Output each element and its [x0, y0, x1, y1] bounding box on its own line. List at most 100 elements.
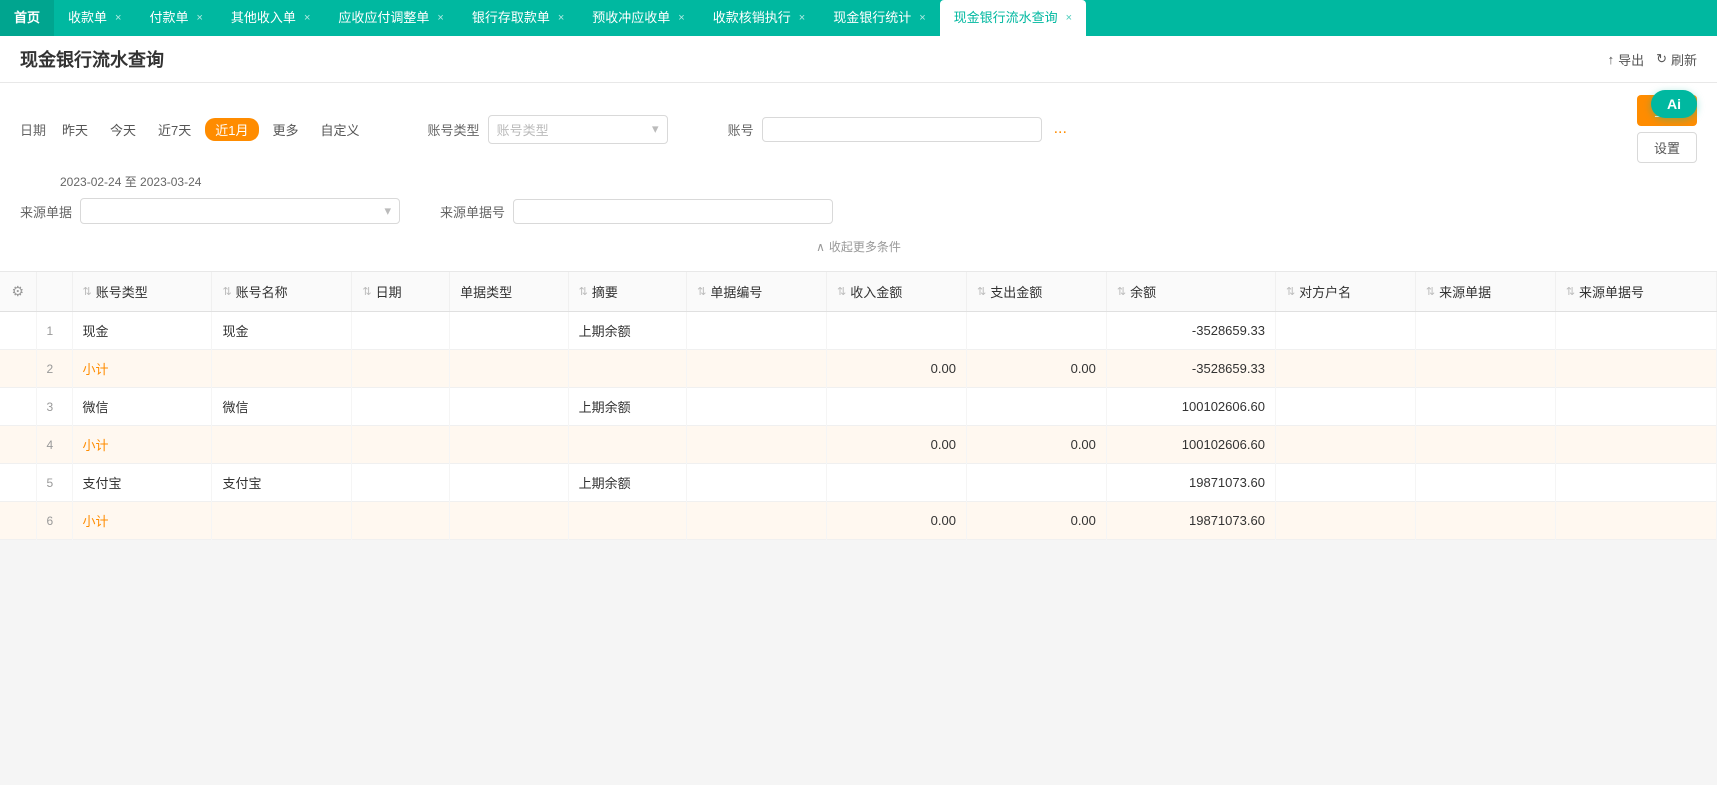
nav-close-other-income[interactable]: × [304, 0, 310, 36]
row-date [352, 426, 450, 464]
date-opt-7days[interactable]: 近7天 [150, 118, 199, 141]
nav-close-cash-bank-stat[interactable]: × [919, 0, 925, 36]
chevron-down-icon: ▾ [652, 121, 659, 137]
row-account-type: 小计 [72, 350, 212, 388]
settings-button[interactable]: 设置 [1637, 132, 1697, 163]
row-balance: -3528659.33 [1106, 312, 1275, 350]
row-doc-no [687, 464, 827, 502]
sort-icon-summary: ⇅ [579, 285, 588, 298]
nav-item-home[interactable]: 首页 [0, 0, 54, 36]
th-date[interactable]: ⇅ 日期 [352, 272, 450, 312]
table-row: 5 支付宝 支付宝 上期余额 19871073.60 [0, 464, 1717, 502]
account-input[interactable] [762, 117, 1042, 142]
row-gear [0, 388, 36, 426]
th-balance[interactable]: ⇅ 余额 [1106, 272, 1275, 312]
sort-icon-account-name: ⇅ [222, 285, 231, 298]
source-doc-label: 来源单据 [20, 202, 72, 221]
row-account-type: 小计 [72, 426, 212, 464]
row-account-name: 现金 [212, 312, 352, 350]
nav-close-cash-bank-flow[interactable]: × [1066, 0, 1072, 36]
ai-badge[interactable]: Ai [1651, 90, 1697, 118]
row-counterpart [1275, 426, 1415, 464]
row-date [352, 464, 450, 502]
nav-item-other-income[interactable]: 其他收入单 × [217, 0, 324, 36]
sort-icon-account-type: ⇅ [83, 285, 92, 298]
export-button[interactable]: ↑ 导出 [1608, 50, 1645, 69]
row-expense [966, 464, 1106, 502]
refresh-button[interactable]: ↻ 刷新 [1656, 50, 1697, 69]
row-doc-type [450, 502, 568, 540]
page-header: 现金银行流水查询 ↑ 导出 ↻ 刷新 [0, 36, 1717, 83]
sort-icon-date: ⇅ [362, 285, 371, 298]
account-filter-group: 账号 ... [728, 117, 1071, 142]
collapse-up-icon: ∧ [816, 240, 825, 254]
nav-close-receipt[interactable]: × [115, 0, 121, 36]
collapse-bar[interactable]: ∧ 收起更多条件 [20, 234, 1697, 259]
row-source-doc [1415, 464, 1555, 502]
row-expense [966, 312, 1106, 350]
export-icon: ↑ [1608, 52, 1615, 67]
account-type-select[interactable]: 账号类型 ▾ [488, 115, 668, 144]
row-source-doc [1415, 502, 1555, 540]
source-doc-no-input[interactable] [513, 199, 833, 224]
nav-item-cash-bank-stat[interactable]: 现金银行统计 × [819, 0, 939, 36]
row-gear [0, 312, 36, 350]
sort-icon-income: ⇅ [837, 285, 846, 298]
nav-close-payment[interactable]: × [196, 0, 202, 36]
source-doc-no-label: 来源单据号 [440, 202, 505, 221]
nav-label-ap-adjust: 应收应付调整单 [338, 0, 429, 36]
nav-item-receipt[interactable]: 收款单 × [54, 0, 135, 36]
date-opt-yesterday[interactable]: 昨天 [54, 118, 96, 141]
row-expense: 0.00 [966, 502, 1106, 540]
nav-close-advance-offset[interactable]: × [678, 0, 684, 36]
nav-item-cash-bank-flow[interactable]: 现金银行流水查询 × [940, 0, 1086, 36]
table-row: 4 小计 0.00 0.00 100102606.60 [0, 426, 1717, 464]
date-options: 昨天 今天 近7天 近1月 更多 自定义 [54, 118, 368, 141]
row-account-name: 微信 [212, 388, 352, 426]
date-opt-custom[interactable]: 自定义 [313, 118, 368, 141]
nav-item-collection-exec[interactable]: 收款核销执行 × [699, 0, 819, 36]
th-counterpart[interactable]: ⇅ 对方户名 [1275, 272, 1415, 312]
collapse-label: 收起更多条件 [829, 238, 901, 255]
nav-close-collection-exec[interactable]: × [799, 0, 805, 36]
row-gear [0, 426, 36, 464]
source-doc-filter-group: 来源单据 ▾ [20, 198, 400, 224]
nav-item-ap-adjust[interactable]: 应收应付调整单 × [324, 0, 457, 36]
th-expense[interactable]: ⇅ 支出金额 [966, 272, 1106, 312]
account-dots-button[interactable]: ... [1050, 120, 1071, 138]
th-source-doc-no[interactable]: ⇅ 来源单据号 [1555, 272, 1716, 312]
date-range-text: 2023-02-24 至 2023-03-24 [60, 175, 201, 189]
nav-close-bank-deposit[interactable]: × [558, 0, 564, 36]
th-source-doc[interactable]: ⇅ 来源单据 [1415, 272, 1555, 312]
date-opt-1month[interactable]: 近1月 [205, 118, 258, 141]
refresh-icon: ↻ [1656, 51, 1667, 67]
row-counterpart [1275, 502, 1415, 540]
source-doc-select[interactable]: ▾ [80, 198, 400, 224]
nav-item-advance-offset[interactable]: 预收冲应收单 × [578, 0, 698, 36]
row-account-name [212, 502, 352, 540]
sort-icon-expense: ⇅ [977, 285, 986, 298]
gear-icon[interactable]: ⚙ [11, 283, 24, 299]
date-opt-today[interactable]: 今天 [102, 118, 144, 141]
th-account-name[interactable]: ⇅ 账号名称 [212, 272, 352, 312]
sort-icon-doc-no: ⇅ [697, 285, 706, 298]
row-source-doc-no [1555, 388, 1716, 426]
row-seq: 5 [36, 464, 72, 502]
nav-label-receipt: 收款单 [68, 0, 107, 36]
th-summary[interactable]: ⇅ 摘要 [568, 272, 686, 312]
row-summary [568, 350, 686, 388]
nav-item-bank-deposit[interactable]: 银行存取款单 × [458, 0, 578, 36]
th-account-type[interactable]: ⇅ 账号类型 [72, 272, 212, 312]
row-source-doc [1415, 388, 1555, 426]
th-doc-no[interactable]: ⇅ 单据编号 [687, 272, 827, 312]
nav-close-ap-adjust[interactable]: × [437, 0, 443, 36]
th-income[interactable]: ⇅ 收入金额 [827, 272, 967, 312]
nav-item-payment[interactable]: 付款单 × [135, 0, 216, 36]
row-doc-type [450, 312, 568, 350]
sort-icon-balance: ⇅ [1117, 285, 1126, 298]
row-source-doc [1415, 426, 1555, 464]
account-type-value: 账号类型 [497, 120, 549, 139]
source-doc-chevron-icon: ▾ [384, 203, 391, 219]
table-row: 6 小计 0.00 0.00 19871073.60 [0, 502, 1717, 540]
date-opt-more[interactable]: 更多 [265, 118, 307, 141]
